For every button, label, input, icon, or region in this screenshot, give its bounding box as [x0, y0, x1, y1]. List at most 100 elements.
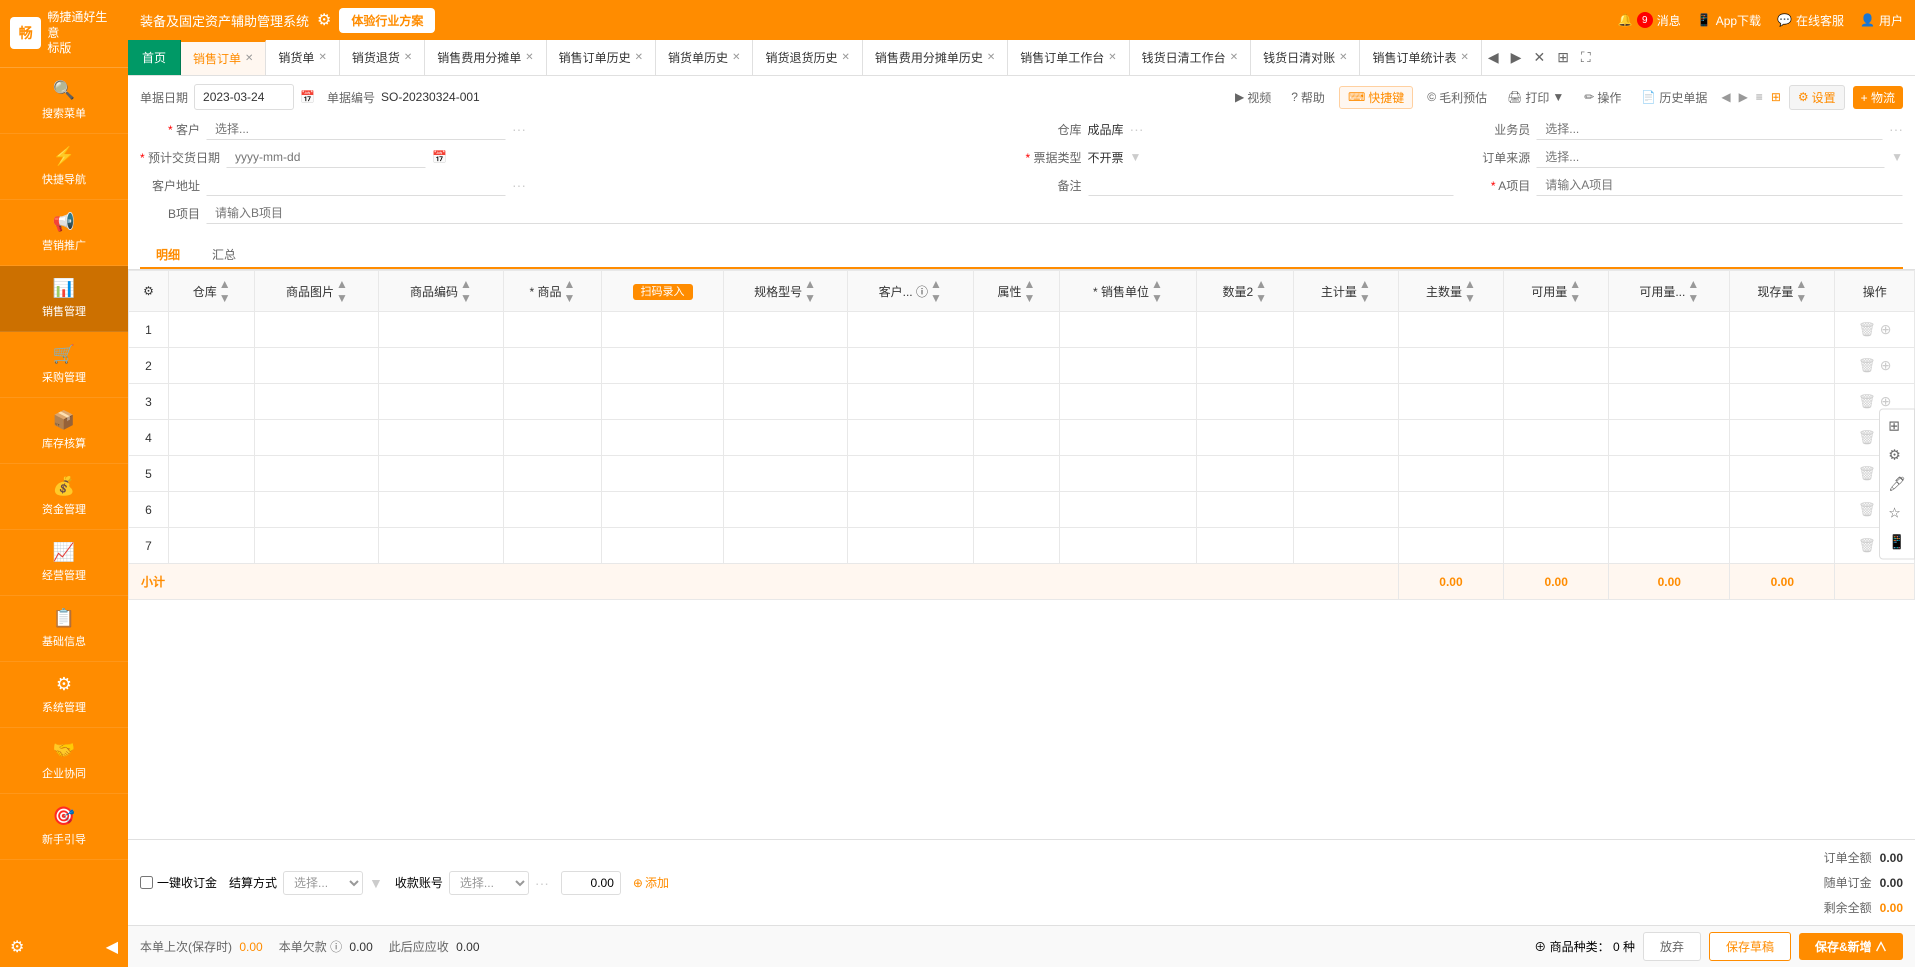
payment-more-icon[interactable]: ▼ [369, 875, 383, 891]
tab-next-btn[interactable]: ▶ [1505, 45, 1528, 70]
row-warehouse[interactable] [169, 492, 255, 528]
row-available[interactable] [1504, 384, 1609, 420]
row-available[interactable] [1504, 456, 1609, 492]
tab-close-icon[interactable]: ✕ [841, 52, 849, 63]
copy-icon[interactable]: ⊕ [1880, 357, 1892, 374]
tab-order-history[interactable]: 销售订单历史 ✕ [547, 40, 656, 75]
row-available[interactable] [1504, 348, 1609, 384]
th-scan[interactable]: 扫码录入 [602, 271, 723, 312]
row-available2[interactable] [1609, 528, 1730, 564]
sidebar-item-search[interactable]: 🔍 搜索菜单 [0, 68, 128, 134]
sidebar-item-basic[interactable]: 📋 基础信息 [0, 596, 128, 662]
row-main-qty[interactable] [1398, 528, 1503, 564]
sidebar-item-quicknav[interactable]: ⚡ 快捷导航 [0, 134, 128, 200]
sidebar-item-inventory[interactable]: 📦 库存核算 [0, 398, 128, 464]
row-code[interactable] [379, 420, 503, 456]
row-current[interactable] [1730, 492, 1835, 528]
row-image[interactable] [255, 348, 379, 384]
settings-btn[interactable]: ⚙ 设置 [1789, 85, 1845, 110]
shortcut-btn[interactable]: ⌨ 快捷键 [1339, 86, 1413, 109]
row-attr[interactable] [973, 528, 1059, 564]
th-main-unit[interactable]: 主计量▲▼ [1293, 271, 1398, 312]
row-spec[interactable] [723, 348, 847, 384]
save-new-button[interactable]: 保存&新增 ∧ [1799, 933, 1903, 960]
floating-icon-4[interactable]: ☆ [1884, 500, 1910, 525]
view-btn[interactable]: ▶ 视频 [1229, 86, 1277, 109]
invoice-dropdown-icon[interactable]: ▼ [1130, 150, 1142, 164]
th-available[interactable]: 可用量▲▼ [1504, 271, 1609, 312]
floating-icon-2[interactable]: ⚙ [1884, 442, 1910, 467]
row-main-unit[interactable] [1293, 420, 1398, 456]
row-name[interactable] [503, 420, 602, 456]
address-more-icon[interactable]: ··· [512, 177, 526, 193]
plan-button[interactable]: 体验行业方案 [339, 8, 435, 33]
row-spec[interactable] [723, 420, 847, 456]
tab-return-history[interactable]: 销货退货历史 ✕ [753, 40, 862, 75]
row-main-qty[interactable] [1398, 348, 1503, 384]
row-available2[interactable] [1609, 348, 1730, 384]
tab-close-icon[interactable]: ✕ [1461, 52, 1469, 63]
th-available2[interactable]: 可用量...▲▼ [1609, 271, 1730, 312]
row-customer-code[interactable] [847, 348, 973, 384]
row-available2[interactable] [1609, 384, 1730, 420]
row-code[interactable] [379, 456, 503, 492]
tab-expense-split[interactable]: 销售费用分摊单 ✕ [425, 40, 546, 75]
row-customer-code[interactable] [847, 456, 973, 492]
row-qty2[interactable] [1196, 420, 1293, 456]
row-image[interactable] [255, 312, 379, 348]
row-main-unit[interactable] [1293, 312, 1398, 348]
row-image[interactable] [255, 384, 379, 420]
row-warehouse[interactable] [169, 420, 255, 456]
b-project-input[interactable] [206, 202, 1903, 224]
staff-input[interactable] [1536, 118, 1883, 140]
row-qty2[interactable] [1196, 384, 1293, 420]
date-input[interactable] [194, 84, 294, 110]
row-code[interactable] [379, 492, 503, 528]
settings-bottom-icon[interactable]: ⚙ [10, 937, 24, 957]
row-main-unit[interactable] [1293, 528, 1398, 564]
row-current[interactable] [1730, 348, 1835, 384]
row-code[interactable] [379, 528, 503, 564]
row-main-unit[interactable] [1293, 348, 1398, 384]
row-image[interactable] [255, 420, 379, 456]
copy-icon[interactable]: ⊕ [1880, 321, 1892, 338]
row-attr[interactable] [973, 492, 1059, 528]
sidebar-item-management[interactable]: 📈 经营管理 [0, 530, 128, 596]
row-qty2[interactable] [1196, 456, 1293, 492]
tab-close-icon[interactable]: ✕ [635, 52, 643, 63]
row-attr[interactable] [973, 456, 1059, 492]
list-view-icon[interactable]: ≡ [1756, 90, 1763, 104]
save-draft-button[interactable]: 保存草稿 [1709, 932, 1791, 961]
add-link[interactable]: ⊕ 添加 [633, 874, 669, 891]
delete-icon[interactable]: 🗑 [1858, 321, 1876, 338]
tab-sales-bill[interactable]: 销货单 ✕ [266, 40, 339, 75]
tab-fullscreen-btn[interactable]: ⛶ [1575, 45, 1597, 70]
notice-item[interactable]: 🔔 9 消息 [1618, 12, 1681, 29]
row-qty2[interactable] [1196, 348, 1293, 384]
row-unit[interactable] [1060, 456, 1197, 492]
user-item[interactable]: 👤 用户 [1860, 12, 1903, 29]
row-name[interactable] [503, 492, 602, 528]
sidebar-item-guide[interactable]: 🎯 新手引导 [0, 794, 128, 860]
row-scan[interactable] [602, 384, 723, 420]
row-scan[interactable] [602, 420, 723, 456]
discard-button[interactable]: 放弃 [1643, 932, 1701, 961]
row-code[interactable] [379, 384, 503, 420]
row-current[interactable] [1730, 456, 1835, 492]
row-current[interactable] [1730, 384, 1835, 420]
tab-close-icon[interactable]: ✕ [245, 53, 253, 64]
row-name[interactable] [503, 456, 602, 492]
row-unit[interactable] [1060, 348, 1197, 384]
row-attr[interactable] [973, 384, 1059, 420]
header-settings-icon[interactable]: ⚙ [317, 10, 331, 30]
calendar-icon[interactable]: 📅 [300, 90, 315, 104]
row-name[interactable] [503, 348, 602, 384]
delete-icon[interactable]: 🗑 [1858, 501, 1876, 518]
row-main-unit[interactable] [1293, 456, 1398, 492]
row-warehouse[interactable] [169, 312, 255, 348]
row-scan[interactable] [602, 312, 723, 348]
delete-icon[interactable]: 🗑 [1858, 393, 1876, 410]
row-main-qty[interactable] [1398, 312, 1503, 348]
tab-close-icon[interactable]: ✕ [525, 52, 533, 63]
tab-sales-order[interactable]: 销售订单 ✕ [181, 40, 266, 75]
